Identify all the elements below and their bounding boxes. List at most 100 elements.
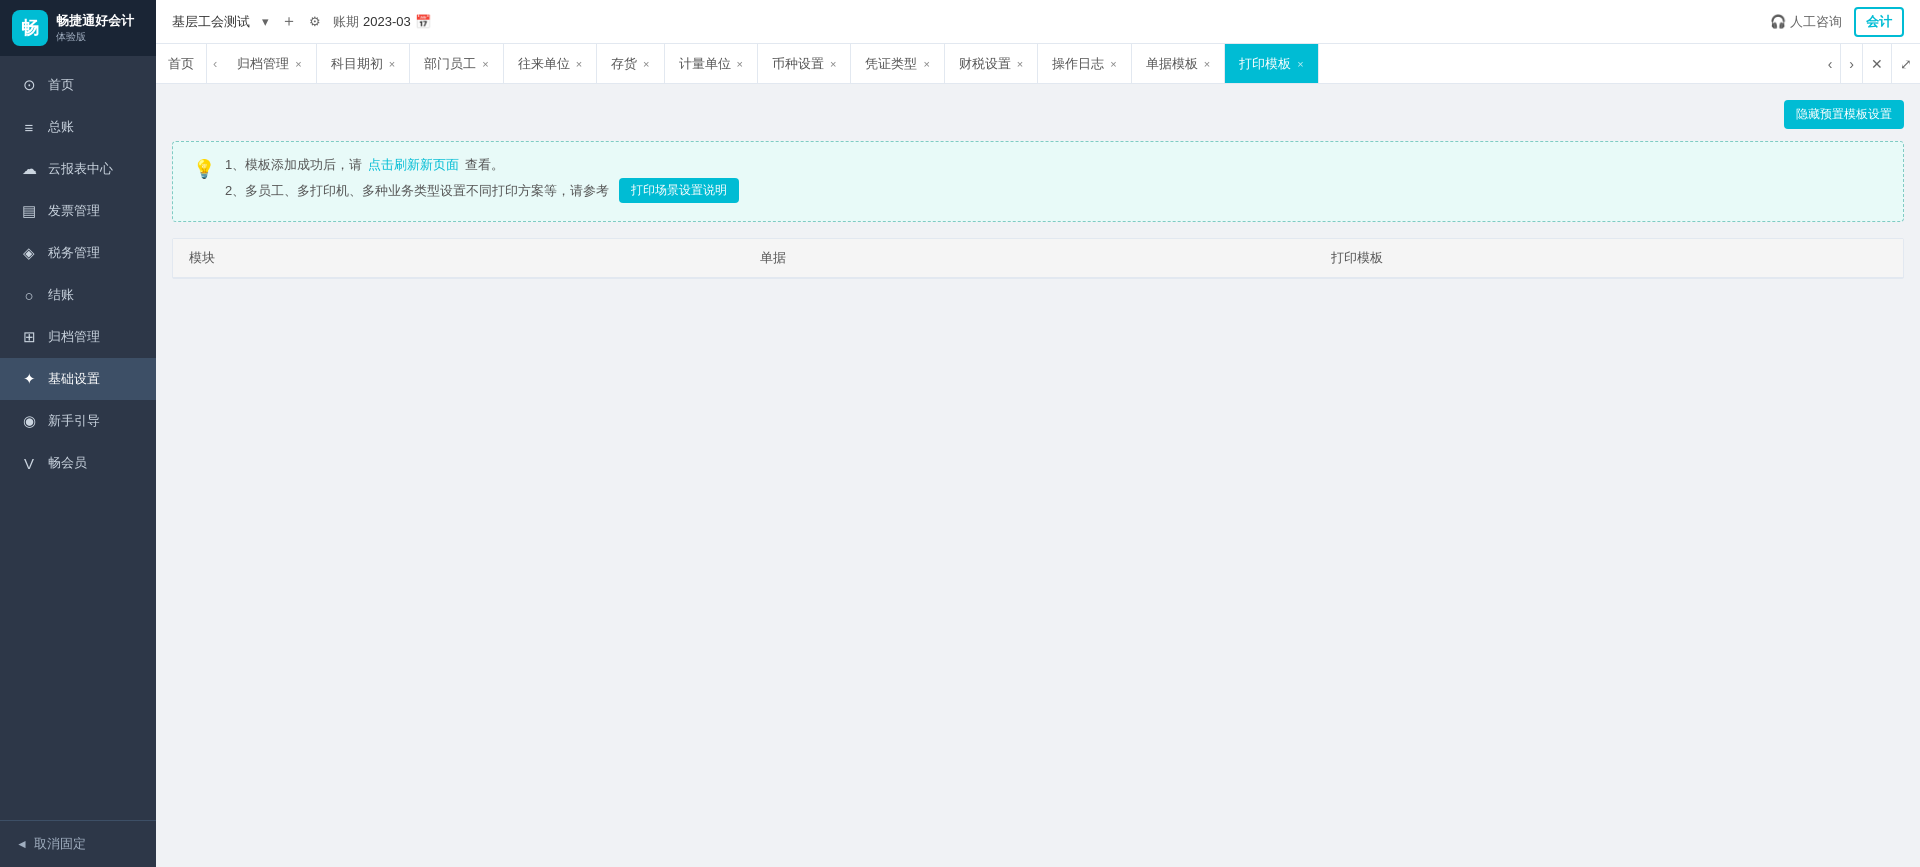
sidebar-label-closing: 结账: [48, 286, 74, 304]
settings-icon[interactable]: ⚙: [309, 14, 321, 29]
sidebar-footer-label: 取消固定: [34, 835, 86, 853]
sidebar-footer[interactable]: ◄ 取消固定: [0, 820, 156, 867]
refresh-link[interactable]: 点击刷新新页面: [368, 156, 459, 174]
tab-print[interactable]: 打印模板 ×: [1225, 44, 1318, 83]
sidebar-icon-home: ⊙: [20, 76, 38, 94]
main-content: 基层工会测试 ▾ ＋ ⚙ 账期 2023-03 📅 🎧 人工咨询 会计 首页‹归…: [156, 0, 1920, 867]
sidebar-item-report[interactable]: ☁ 云报表中心: [0, 148, 156, 190]
sidebar-item-invoice[interactable]: ▤ 发票管理: [0, 190, 156, 232]
period-display: 账期 2023-03 📅: [333, 13, 431, 31]
tab-expand-btn[interactable]: ⤢: [1891, 44, 1920, 83]
calendar-icon[interactable]: 📅: [415, 14, 431, 29]
sidebar-icon-report: ☁: [20, 160, 38, 178]
info-line2-before: 2、多员工、多打印机、多种业务类型设置不同打印方案等，请参考: [225, 182, 609, 200]
sidebar-icon-invoice: ▤: [20, 202, 38, 220]
sidebar-label-invoice: 发票管理: [48, 202, 100, 220]
add-company-icon[interactable]: ＋: [281, 11, 297, 32]
tab-close-unit[interactable]: ×: [737, 58, 743, 70]
col-receipt: 单据: [744, 239, 1315, 277]
tab-close-inventory[interactable]: ×: [643, 58, 649, 70]
tab-close-voucher[interactable]: ×: [923, 58, 929, 70]
tab-prev-btn[interactable]: ‹: [1820, 44, 1842, 83]
sidebar-label-home: 首页: [48, 76, 74, 94]
sidebar-item-member[interactable]: V 畅会员: [0, 442, 156, 484]
tab-unit[interactable]: 计量单位×: [665, 44, 758, 83]
company-dropdown-icon[interactable]: ▾: [262, 14, 269, 29]
tab-close-archive[interactable]: ×: [295, 58, 301, 70]
tab-voucher[interactable]: 凭证类型 ×: [851, 44, 944, 83]
sidebar-icon-guide: ◉: [20, 412, 38, 430]
tab-close-currency[interactable]: ×: [830, 58, 836, 70]
tab-label-supplier: 往来单位: [518, 55, 570, 73]
sidebar-icon-archive: ⊞: [20, 328, 38, 346]
tab-dept[interactable]: 部门员工×: [410, 44, 503, 83]
logo-icon: 畅: [12, 10, 48, 46]
info-line-2: 2、多员工、多打印机、多种业务类型设置不同打印方案等，请参考 打印场景设置说明: [225, 178, 1883, 203]
tab-template[interactable]: 单据模板 ×: [1132, 44, 1225, 83]
tab-taxset[interactable]: 财税设置 ×: [945, 44, 1038, 83]
period-label: 账期: [333, 13, 359, 31]
tab-label-voucher: 凭证类型: [865, 55, 917, 73]
sidebar: 畅 畅捷通好会计 体验版 ⊙ 首页 ≡ 总账 ☁ 云报表中心 ▤ 发票管理 ◈ …: [0, 0, 156, 867]
sidebar-item-archive[interactable]: ⊞ 归档管理: [0, 316, 156, 358]
tab-oplog[interactable]: 操作日志×: [1038, 44, 1131, 83]
tab-next-btn[interactable]: ›: [1841, 44, 1863, 83]
sidebar-item-ledger[interactable]: ≡ 总账: [0, 106, 156, 148]
period-value: 2023-03: [363, 14, 411, 29]
tab-label-template: 单据模板: [1146, 55, 1198, 73]
table-header: 模块 单据 打印模板: [173, 239, 1903, 278]
tab-inventory[interactable]: 存货 ×: [597, 44, 664, 83]
sidebar-icon-ledger: ≡: [20, 118, 38, 136]
print-scene-btn[interactable]: 打印场景设置说明: [619, 178, 739, 203]
sidebar-icon-closing: ○: [20, 286, 38, 304]
sidebar-label-basic: 基础设置: [48, 370, 100, 388]
info-box: 💡 1、模板添加成功后，请点击刷新新页面查看。 2、多员工、多打印机、多种业务类…: [172, 141, 1904, 222]
tab-close-all-btn[interactable]: ✕: [1863, 44, 1891, 83]
tab-close-template[interactable]: ×: [1204, 58, 1210, 70]
sidebar-item-guide[interactable]: ◉ 新手引导: [0, 400, 156, 442]
sidebar-icon-member: V: [20, 454, 38, 472]
service-btn[interactable]: 🎧 人工咨询: [1770, 13, 1842, 31]
sidebar-item-home[interactable]: ⊙ 首页: [0, 64, 156, 106]
sidebar-icon-tax: ◈: [20, 244, 38, 262]
sidebar-label-ledger: 总账: [48, 118, 74, 136]
tab-close-supplier[interactable]: ×: [576, 58, 582, 70]
sidebar-label-tax: 税务管理: [48, 244, 100, 262]
logo-title: 畅捷通好会计: [56, 12, 134, 30]
unpin-icon: ◄: [16, 837, 28, 851]
top-bar: 基层工会测试 ▾ ＋ ⚙ 账期 2023-03 📅 🎧 人工咨询 会计: [156, 0, 1920, 44]
tab-label-print: 打印模板: [1239, 55, 1291, 73]
tab-bar: 首页‹归档管理×科目期初×部门员工×往来单位×存货×计量单位×币种设置×凭证类型…: [156, 44, 1920, 84]
tab-currency[interactable]: 币种设置 ×: [758, 44, 851, 83]
sidebar-item-closing[interactable]: ○ 结账: [0, 274, 156, 316]
tab-supplier[interactable]: 往来单位 ×: [504, 44, 597, 83]
tab-close-subject[interactable]: ×: [389, 58, 395, 70]
tab-close-oplog[interactable]: ×: [1110, 58, 1116, 70]
info-line1-after: 查看。: [465, 156, 504, 174]
sidebar-logo: 畅 畅捷通好会计 体验版: [0, 0, 156, 56]
sidebar-item-tax[interactable]: ◈ 税务管理: [0, 232, 156, 274]
info-box-content: 1、模板添加成功后，请点击刷新新页面查看。 2、多员工、多打印机、多种业务类型设…: [225, 156, 1883, 207]
hide-template-btn[interactable]: 隐藏预置模板设置: [1784, 100, 1904, 129]
info-line-1: 1、模板添加成功后，请点击刷新新页面查看。: [225, 156, 1883, 174]
sidebar-item-basic[interactable]: ✦ 基础设置: [0, 358, 156, 400]
col-template: 打印模板: [1315, 239, 1903, 277]
tab-home[interactable]: 首页: [156, 44, 207, 83]
sidebar-label-member: 畅会员: [48, 454, 87, 472]
kuaiji-btn[interactable]: 会计: [1854, 7, 1904, 37]
tab-close-taxset[interactable]: ×: [1017, 58, 1023, 70]
tab-close-print[interactable]: ×: [1297, 58, 1303, 70]
sidebar-label-report: 云报表中心: [48, 160, 113, 178]
content-top: 隐藏预置模板设置: [172, 100, 1904, 141]
tab-label-currency: 币种设置: [772, 55, 824, 73]
lightbulb-icon: 💡: [193, 158, 215, 180]
tab-subject[interactable]: 科目期初×: [317, 44, 410, 83]
tab-archive[interactable]: 归档管理×: [223, 44, 316, 83]
tab-label-inventory: 存货: [611, 55, 637, 73]
tab-close-dept[interactable]: ×: [482, 58, 488, 70]
tab-label-taxset: 财税设置: [959, 55, 1011, 73]
print-template-table: 模块 单据 打印模板: [172, 238, 1904, 279]
tab-home-nav-arrow[interactable]: ‹: [207, 44, 223, 83]
sidebar-label-guide: 新手引导: [48, 412, 100, 430]
col-module: 模块: [173, 239, 744, 277]
